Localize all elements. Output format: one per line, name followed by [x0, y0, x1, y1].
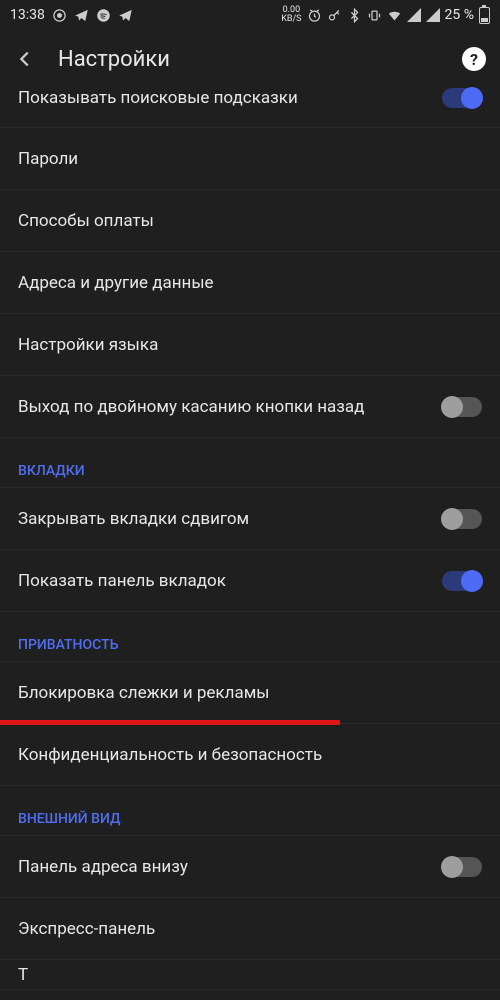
row-label: Адреса и другие данные: [18, 273, 482, 293]
row-label: Закрывать вкладки сдвигом: [18, 509, 442, 529]
toggle-double-tap-back[interactable]: [442, 397, 482, 417]
telegram-icon-2: [118, 8, 133, 23]
page-title: Настройки: [58, 47, 440, 72]
row-label: Настройки языка: [18, 335, 482, 355]
toggle-address-bottom[interactable]: [442, 857, 482, 877]
bluetooth-icon: [347, 8, 362, 23]
row-label: Панель адреса внизу: [18, 857, 442, 877]
row-search-hints[interactable]: Показывать поисковые подсказки: [0, 88, 500, 128]
row-label: Показывать поисковые подсказки: [18, 88, 442, 108]
vibrate-icon: [367, 8, 382, 23]
section-tabs: ВКЛАДКИ: [0, 438, 500, 488]
app-header: Настройки ?: [0, 30, 500, 88]
row-addresses[interactable]: Адреса и другие данные: [0, 252, 500, 314]
toggle-search-hints[interactable]: [442, 88, 482, 108]
row-label: Способы оплаты: [18, 211, 482, 231]
row-label: Конфиденциальность и безопасность: [18, 745, 482, 765]
row-close-swipe[interactable]: Закрывать вкладки сдвигом: [0, 488, 500, 550]
row-block-ads[interactable]: Блокировка слежки и рекламы: [0, 662, 500, 724]
wifi-icon: [387, 8, 402, 23]
status-right: 0.00 KB/S 25 %: [281, 6, 490, 24]
section-appearance: ВНЕШНИЙ ВИД: [0, 786, 500, 836]
row-show-tab-panel[interactable]: Показать панель вкладок: [0, 550, 500, 612]
row-language[interactable]: Настройки языка: [0, 314, 500, 376]
alarm-icon: [307, 8, 322, 23]
row-payment[interactable]: Способы оплаты: [0, 190, 500, 252]
battery-icon: [479, 7, 490, 24]
row-passwords[interactable]: Пароли: [0, 128, 500, 190]
signal-icon-1: [407, 8, 421, 22]
back-icon[interactable]: [14, 48, 36, 70]
row-label: Т: [18, 965, 482, 985]
key-icon: [327, 8, 342, 23]
row-double-tap-back[interactable]: Выход по двойному касанию кнопки назад: [0, 376, 500, 438]
row-label: Выход по двойному касанию кнопки назад: [18, 397, 442, 417]
row-label: Блокировка слежки и рекламы: [18, 683, 482, 703]
help-button[interactable]: ?: [462, 47, 486, 71]
status-time: 13:38: [10, 7, 45, 23]
row-label: Пароли: [18, 149, 482, 169]
signal-icon-2: [426, 8, 440, 22]
row-express-panel[interactable]: Экспресс-панель: [0, 898, 500, 960]
battery-pct: 25 %: [445, 7, 474, 23]
section-privacy: ПРИВАТНОСТЬ: [0, 612, 500, 662]
status-left: 13:38: [10, 7, 133, 23]
row-label: Показать панель вкладок: [18, 571, 442, 591]
status-bar: 13:38 0.00 KB/S 25 %: [0, 0, 500, 30]
row-privacy-security[interactable]: Конфиденциальность и безопасность: [0, 724, 500, 786]
row-label: Экспресс-панель: [18, 919, 482, 939]
row-theme-partial[interactable]: Т: [0, 960, 500, 990]
telegram-icon: [74, 8, 89, 23]
record-icon: [52, 8, 67, 23]
row-address-bottom[interactable]: Панель адреса внизу: [0, 836, 500, 898]
toggle-close-swipe[interactable]: [442, 509, 482, 529]
settings-list: Показывать поисковые подсказки Пароли Сп…: [0, 88, 500, 990]
data-rate: 0.00 KB/S: [281, 6, 301, 24]
spotify-icon: [96, 8, 111, 23]
toggle-show-tab-panel[interactable]: [442, 571, 482, 591]
